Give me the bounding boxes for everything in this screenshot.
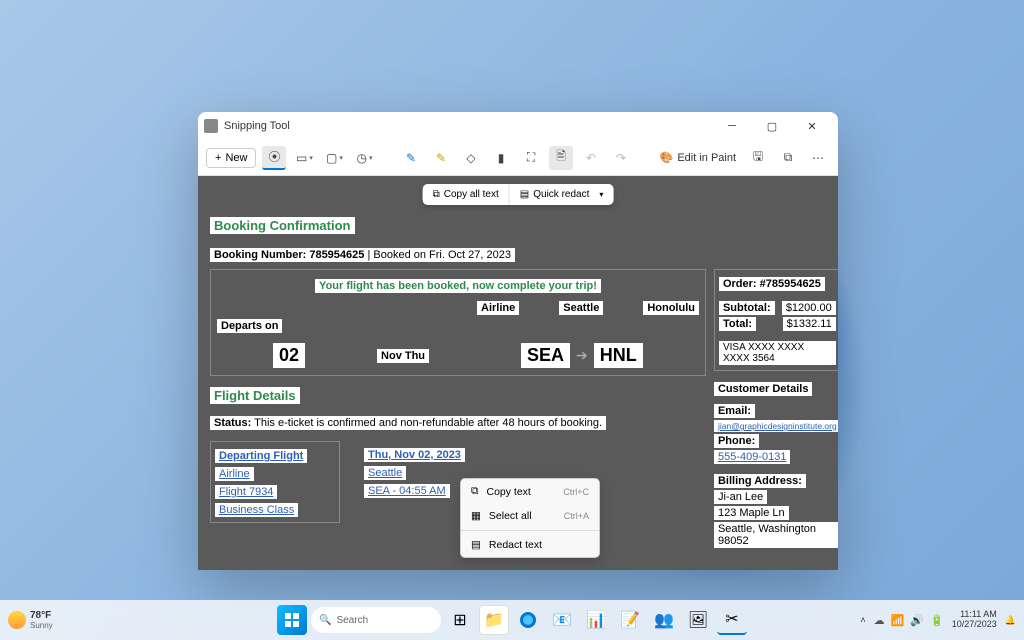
- dep-flightno: Flight 7934: [215, 485, 277, 499]
- pinned-app-2[interactable]: 📧: [547, 605, 577, 635]
- ctx-redact-text[interactable]: ▤Redact text: [461, 533, 599, 557]
- start-button[interactable]: [277, 605, 307, 635]
- pinned-app-edge[interactable]: [513, 605, 543, 635]
- undo-button[interactable]: ↶: [579, 146, 603, 170]
- trip-banner: Your flight has been booked, now complet…: [210, 269, 706, 376]
- crop-button[interactable]: ⛶: [519, 146, 543, 170]
- taskbar[interactable]: 78°FSunny 🔍Search ⊞ 📁 📧 📊 📝 👥 🖼 ✂ ˄ ☁ 📶 …: [0, 600, 1024, 640]
- phone-value: 555-409-0131: [714, 450, 791, 464]
- pen-tool-button[interactable]: ✎: [399, 146, 423, 170]
- redact-icon: ▤: [471, 539, 481, 551]
- col-from: Seattle: [559, 301, 603, 315]
- edit-in-paint-button[interactable]: 🎨Edit in Paint: [656, 151, 740, 164]
- col-to: Honolulu: [643, 301, 699, 315]
- billing-name: Ji-an Lee: [714, 490, 767, 504]
- order-heading: Order: Order: #785954625#785954625: [719, 277, 825, 291]
- text-actions-button[interactable]: 🖹: [549, 146, 573, 170]
- billing-street: 123 Maple Ln: [714, 506, 789, 520]
- ctx-select-all[interactable]: ▦Select allCtrl+A: [461, 504, 599, 528]
- search-input[interactable]: 🔍Search: [311, 607, 441, 633]
- subtotal-label: Subtotal:: [719, 301, 775, 315]
- shape-mode-button[interactable]: ▢: [322, 146, 346, 170]
- dep-city: Seattle: [364, 466, 406, 480]
- share-button[interactable]: ⋯: [806, 146, 830, 170]
- ruler-button[interactable]: ▮: [489, 146, 513, 170]
- booking-number: Booking Number: 785954625 | Booked on Fr…: [210, 248, 515, 262]
- maximize-button[interactable]: ▢: [752, 112, 792, 140]
- context-menu: ⧉Copy textCtrl+C ▦Select allCtrl+A ▤Reda…: [460, 478, 600, 558]
- pinned-app-5[interactable]: 🖼: [683, 605, 713, 635]
- redo-button[interactable]: ↷: [609, 146, 633, 170]
- total-value: $1332.11: [783, 317, 836, 331]
- text-action-bar: ⧉Copy all text ▤Quick redact▾: [423, 184, 614, 205]
- phone-label: Phone:: [714, 434, 759, 448]
- app-icon: [204, 119, 218, 133]
- email-label: Email:: [714, 404, 755, 418]
- onedrive-icon[interactable]: ☁: [874, 614, 885, 627]
- volume-icon[interactable]: 🔊: [910, 614, 924, 627]
- dep-time: SEA - 04:55 AM: [364, 484, 450, 498]
- dep-airline: Airline: [215, 467, 254, 481]
- toolbar: +New ⦿ ▭ ▢ ◷ ✎ ✎ ◇ ▮ ⛶ 🖹 ↶ ↷ 🎨Edit in Pa…: [198, 140, 838, 176]
- minimize-button[interactable]: ─: [712, 112, 752, 140]
- copy-all-text-button[interactable]: ⧉Copy all text: [423, 184, 510, 205]
- battery-icon[interactable]: 🔋: [930, 614, 944, 627]
- total-label: Total:: [719, 317, 756, 331]
- save-button[interactable]: 🖫: [746, 146, 770, 170]
- banner-text: Your flight has been booked, now complet…: [315, 279, 601, 293]
- copy-icon: ⧉: [433, 189, 440, 200]
- flight-details-heading: Flight Details: [210, 387, 300, 404]
- status-line: Status: This e-ticket is confirmed and n…: [210, 416, 606, 430]
- weather-widget[interactable]: 78°FSunny: [8, 610, 53, 630]
- billing-city: Seattle, Washington 98052: [714, 522, 838, 548]
- customer-details-heading: Customer Details: [714, 382, 812, 396]
- billing-label: Billing Address:: [714, 474, 806, 488]
- snip-mode-button[interactable]: ⦿: [262, 146, 286, 170]
- copy-button[interactable]: ⧉: [776, 146, 800, 170]
- airport-to: HNL: [594, 343, 643, 368]
- close-button[interactable]: ✕: [792, 112, 832, 140]
- pinned-app-teams[interactable]: 👥: [649, 605, 679, 635]
- pinned-app-snipping[interactable]: ✂: [717, 605, 747, 635]
- redact-icon: ▤: [520, 189, 529, 200]
- page-title: Booking Confirmation: [210, 217, 355, 234]
- col-airline: Airline: [477, 301, 519, 315]
- pinned-app-1[interactable]: 📁: [479, 605, 509, 635]
- depart-month: Nov Thu: [377, 349, 429, 363]
- email-value: jian@graphicdesigninstitute.org: [714, 420, 838, 432]
- titlebar[interactable]: Snipping Tool ─ ▢ ✕: [198, 112, 838, 140]
- clock[interactable]: 11:11 AM 10/27/2023: [952, 610, 997, 630]
- departing-time-box: Thu, Nov 02, 2023 Seattle SEA - 04:55 AM: [360, 441, 469, 523]
- airport-from: SEA: [521, 343, 570, 368]
- departs-label: Departs on: [217, 319, 282, 333]
- departing-flight-label: Departing Flight: [215, 449, 307, 463]
- depart-day: 02: [273, 343, 305, 368]
- search-icon: 🔍: [319, 615, 331, 626]
- dep-class: Business Class: [215, 503, 298, 517]
- pinned-app-4[interactable]: 📝: [615, 605, 645, 635]
- subtotal-value: $1200.00: [782, 301, 836, 315]
- departing-flight-box: Departing Flight Airline Flight 7934 Bus…: [210, 441, 340, 523]
- dep-date: Thu, Nov 02, 2023: [364, 448, 465, 462]
- wifi-icon[interactable]: 📶: [891, 614, 905, 627]
- weather-icon: [8, 611, 26, 629]
- pinned-app-3[interactable]: 📊: [581, 605, 611, 635]
- tray-chevron[interactable]: ˄: [860, 615, 865, 625]
- new-button[interactable]: +New: [206, 148, 256, 168]
- arrow-icon: ➔: [576, 347, 588, 364]
- task-view-button[interactable]: ⊞: [445, 605, 475, 635]
- chevron-down-icon: ▾: [599, 190, 603, 199]
- ctx-copy-text[interactable]: ⧉Copy textCtrl+C: [461, 479, 599, 504]
- delay-button[interactable]: ◷: [352, 146, 376, 170]
- notifications-button[interactable]: 🔔: [1005, 615, 1016, 626]
- window-title: Snipping Tool: [224, 120, 290, 132]
- highlighter-button[interactable]: ✎: [429, 146, 453, 170]
- record-mode-button[interactable]: ▭: [292, 146, 316, 170]
- copy-icon: ⧉: [471, 485, 479, 498]
- quick-redact-button[interactable]: ▤Quick redact▾: [510, 184, 614, 205]
- eraser-button[interactable]: ◇: [459, 146, 483, 170]
- select-icon: ▦: [471, 510, 481, 522]
- card-number: VISA XXXX XXXX XXXX 3564: [719, 341, 836, 365]
